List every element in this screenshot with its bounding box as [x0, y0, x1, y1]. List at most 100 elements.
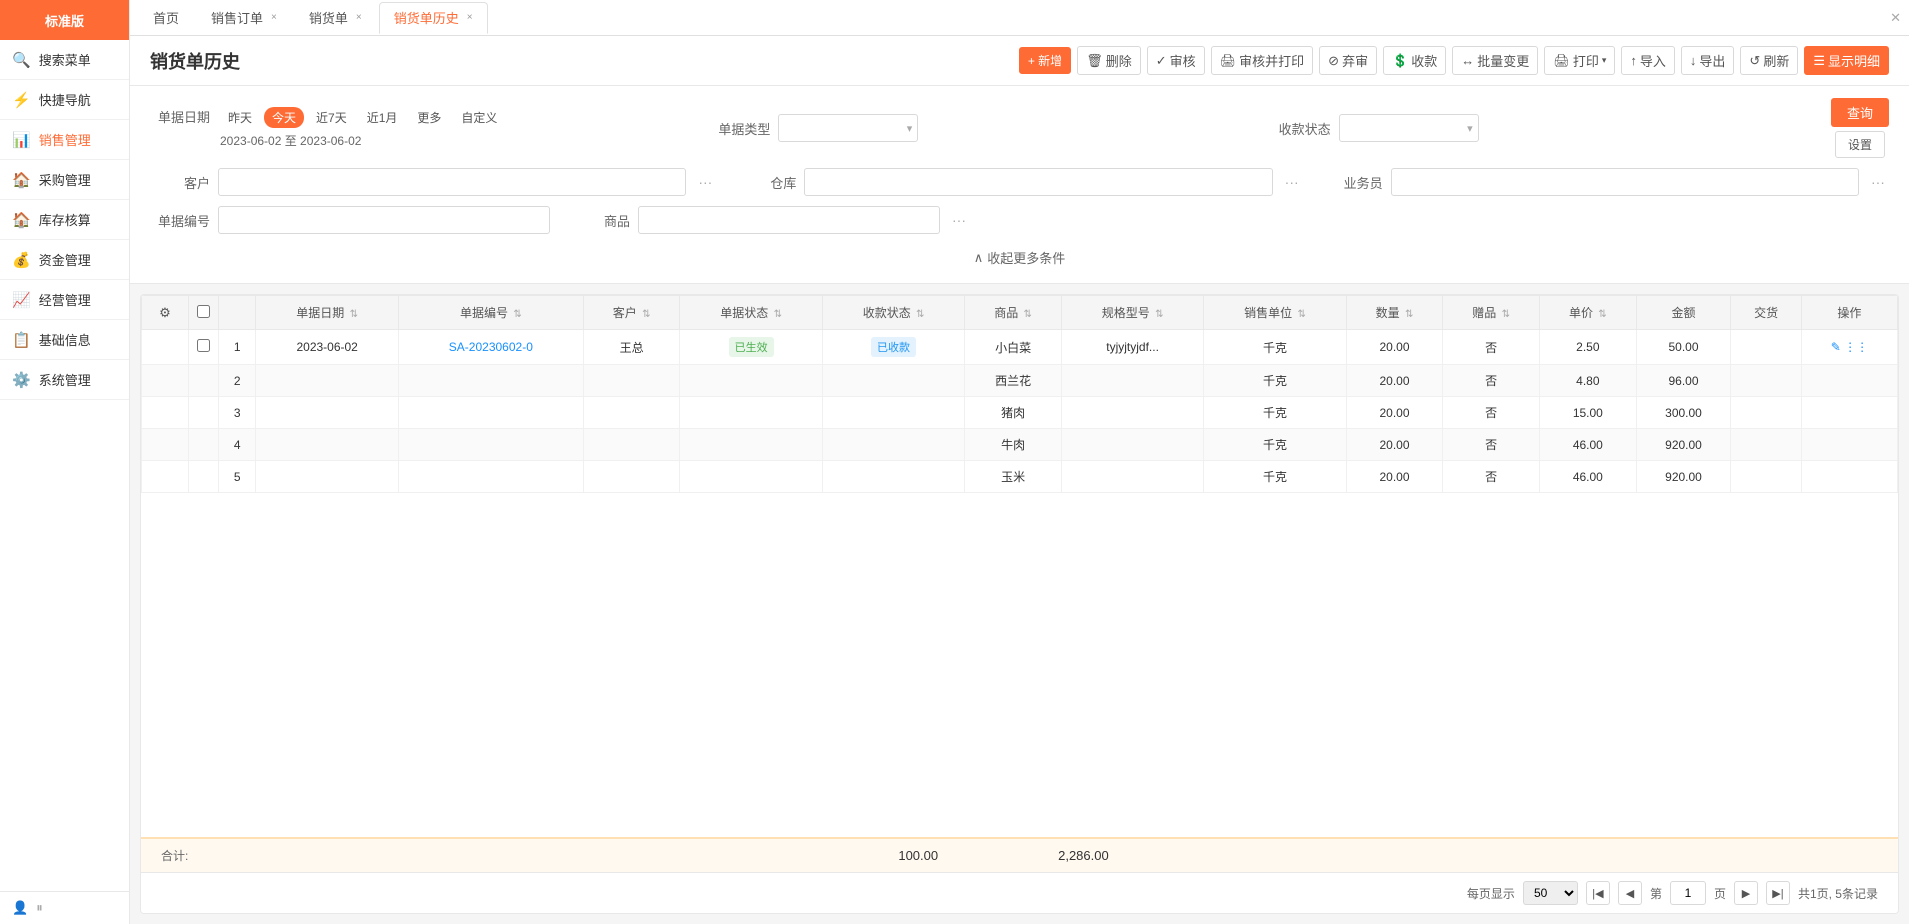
abandon-button[interactable]: ⊘ 弃审 — [1319, 46, 1377, 75]
cell-checkbox — [188, 365, 218, 397]
audit-print-icon: 🖨 — [1220, 53, 1237, 69]
col-gift: 赠品 ⇅ — [1443, 296, 1540, 330]
date-more[interactable]: 更多 — [409, 107, 449, 128]
sort-goods[interactable]: ⇅ — [1024, 309, 1032, 320]
first-page-btn[interactable]: |◀ — [1586, 881, 1610, 905]
sort-customer[interactable]: ⇅ — [642, 309, 650, 320]
sort-gift[interactable]: ⇅ — [1502, 309, 1510, 320]
sort-unit-price[interactable]: ⇅ — [1598, 309, 1606, 320]
sort-quantity[interactable]: ⇅ — [1405, 309, 1413, 320]
date-last1month[interactable]: 近1月 — [359, 107, 406, 128]
sort-spec[interactable]: ⇅ — [1155, 309, 1163, 320]
delete-button[interactable]: 🗑 删除 — [1077, 46, 1141, 75]
salesperson-dots[interactable]: ··· — [1867, 174, 1889, 190]
next-page-btn[interactable]: ▶ — [1734, 881, 1758, 905]
page-size-select[interactable]: 50 100 200 — [1523, 881, 1578, 905]
delete-icon: 🗑 — [1086, 53, 1103, 69]
sort-doc-no[interactable]: ⇅ — [513, 309, 521, 320]
sort-sales-unit[interactable]: ⇅ — [1297, 309, 1305, 320]
sidebar-item-quick-nav[interactable]: ⚡ 快捷导航 — [0, 80, 129, 120]
filter-row-2: 客户 ··· 仓库 ··· 业务员 ··· — [150, 168, 1889, 196]
tab-sales-order[interactable]: 销售订单 × — [196, 2, 292, 34]
sidebar-item-basic-info[interactable]: 📋 基础信息 — [0, 320, 129, 360]
salesperson-input[interactable] — [1391, 168, 1859, 196]
tab-sales-history-close[interactable]: × — [467, 12, 473, 23]
sort-doc-status[interactable]: ⇅ — [774, 309, 782, 320]
sidebar-item-operations-mgmt[interactable]: 📈 经营管理 — [0, 280, 129, 320]
tab-home-label: 首页 — [153, 8, 179, 27]
sidebar-item-system-mgmt[interactable]: ⚙️ 系统管理 — [0, 360, 129, 400]
warehouse-dots[interactable]: ··· — [1281, 174, 1303, 190]
date-today[interactable]: 今天 — [264, 107, 304, 128]
sort-pay-status[interactable]: ⇅ — [916, 309, 924, 320]
prev-page-btn[interactable]: ◀ — [1618, 881, 1642, 905]
cell-gift: 否 — [1443, 461, 1540, 493]
goods-dots[interactable]: ··· — [948, 212, 970, 228]
audit-button[interactable]: ✓ 审核 — [1147, 46, 1205, 75]
date-last7days[interactable]: 近7天 — [308, 107, 355, 128]
more-link[interactable]: ⋮⋮ — [1844, 340, 1868, 354]
table-row: 2西兰花千克20.00否4.8096.00 — [142, 365, 1898, 397]
sidebar-collapse-icon[interactable]: ⏸ — [36, 900, 43, 916]
date-custom[interactable]: 自定义 — [453, 107, 505, 128]
cell-row-no: 4 — [218, 429, 256, 461]
query-button[interactable]: 查询 — [1831, 98, 1889, 127]
doc-no-input[interactable] — [218, 206, 550, 234]
window-close-btn[interactable]: ✕ — [1890, 10, 1901, 26]
export-button[interactable]: ↓ 导出 — [1681, 46, 1735, 75]
page-number-input[interactable]: 1 — [1670, 881, 1706, 905]
sidebar-item-search-menu[interactable]: 🔍 搜索菜单 — [0, 40, 129, 80]
cell-doc-date — [256, 397, 398, 429]
date-yesterday[interactable]: 昨天 — [220, 107, 260, 128]
footer-values: 100.00 2,286.00 — [198, 848, 1108, 863]
tab-home[interactable]: 首页 — [138, 2, 194, 34]
tab-sales-order-close[interactable]: × — [271, 12, 277, 23]
sidebar-item-finance-mgmt[interactable]: 💰 资金管理 — [0, 240, 129, 280]
cell-goods: 小白菜 — [965, 330, 1062, 365]
col-doc-date: 单据日期 ⇅ — [256, 296, 398, 330]
collect-button[interactable]: 💲 收款 — [1383, 46, 1446, 75]
customer-input[interactable] — [218, 168, 686, 196]
customer-dots[interactable]: ··· — [694, 174, 716, 190]
warehouse-input[interactable] — [804, 168, 1272, 196]
cell-quantity: 20.00 — [1346, 397, 1443, 429]
audit-print-button[interactable]: 🖨 审核并打印 — [1211, 46, 1314, 75]
sidebar-item-label: 采购管理 — [39, 170, 91, 189]
doc-no-link[interactable]: SA-20230602-0 — [449, 340, 533, 354]
sidebar-item-sales-mgmt[interactable]: 📊 销售管理 — [0, 120, 129, 160]
print-button[interactable]: 🖨 打印 ▾ — [1544, 46, 1615, 75]
print-dropdown-icon: ▾ — [1602, 55, 1607, 66]
col-customer: 客户 ⇅ — [583, 296, 680, 330]
add-button[interactable]: + 新增 — [1019, 47, 1071, 74]
col-settings[interactable]: ⚙ — [142, 296, 189, 330]
settings-icon[interactable]: ⚙ — [159, 305, 171, 320]
sort-doc-date[interactable]: ⇅ — [350, 309, 358, 320]
sidebar-item-inventory-calc[interactable]: 🏠 库存核算 — [0, 200, 129, 240]
doc-type-select[interactable] — [778, 114, 918, 142]
cell-gift: 否 — [1443, 330, 1540, 365]
cell-sales-unit: 千克 — [1204, 429, 1346, 461]
sidebar-item-purchase-mgmt[interactable]: 🏠 采购管理 — [0, 160, 129, 200]
tab-sales-history[interactable]: 销货单历史 × — [379, 2, 488, 34]
row-checkbox[interactable] — [197, 339, 210, 352]
tab-sales-delivery-close[interactable]: × — [356, 12, 362, 23]
table-area: ⚙ 单据日期 ⇅ 单据编号 ⇅ 客户 ⇅ 单据状态 ⇅ 收款状态 ⇅ 商品 ⇅ … — [141, 295, 1898, 837]
filter-collapse[interactable]: ∧ 收起更多条件 — [150, 244, 1889, 271]
batch-change-button[interactable]: ↔ 批量变更 — [1452, 46, 1538, 75]
cell-customer — [583, 365, 680, 397]
cell-sales-unit: 千克 — [1204, 461, 1346, 493]
tab-sales-delivery[interactable]: 销货单 × — [294, 2, 377, 34]
page-header: 销货单历史 + 新增 🗑 删除 ✓ 审核 🖨 审核并打印 ⊘ 弃审 — [130, 36, 1909, 86]
refresh-button[interactable]: ↺ 刷新 — [1740, 46, 1798, 75]
goods-input[interactable] — [638, 206, 940, 234]
edit-link[interactable]: ✎ — [1831, 340, 1841, 354]
last-page-btn[interactable]: ▶| — [1766, 881, 1790, 905]
import-button[interactable]: ↑ 导入 — [1621, 46, 1675, 75]
show-detail-button[interactable]: ☰ 显示明细 — [1804, 46, 1889, 75]
settings-button[interactable]: 设置 — [1835, 131, 1885, 158]
select-all-checkbox[interactable] — [197, 305, 210, 318]
pagination: 每页显示 50 100 200 |◀ ◀ 第 1 页 ▶ ▶| 共1页, 5条记… — [141, 872, 1898, 913]
col-checkbox — [188, 296, 218, 330]
pay-status-select[interactable] — [1339, 114, 1479, 142]
pay-status-select-wrap — [1339, 114, 1479, 142]
